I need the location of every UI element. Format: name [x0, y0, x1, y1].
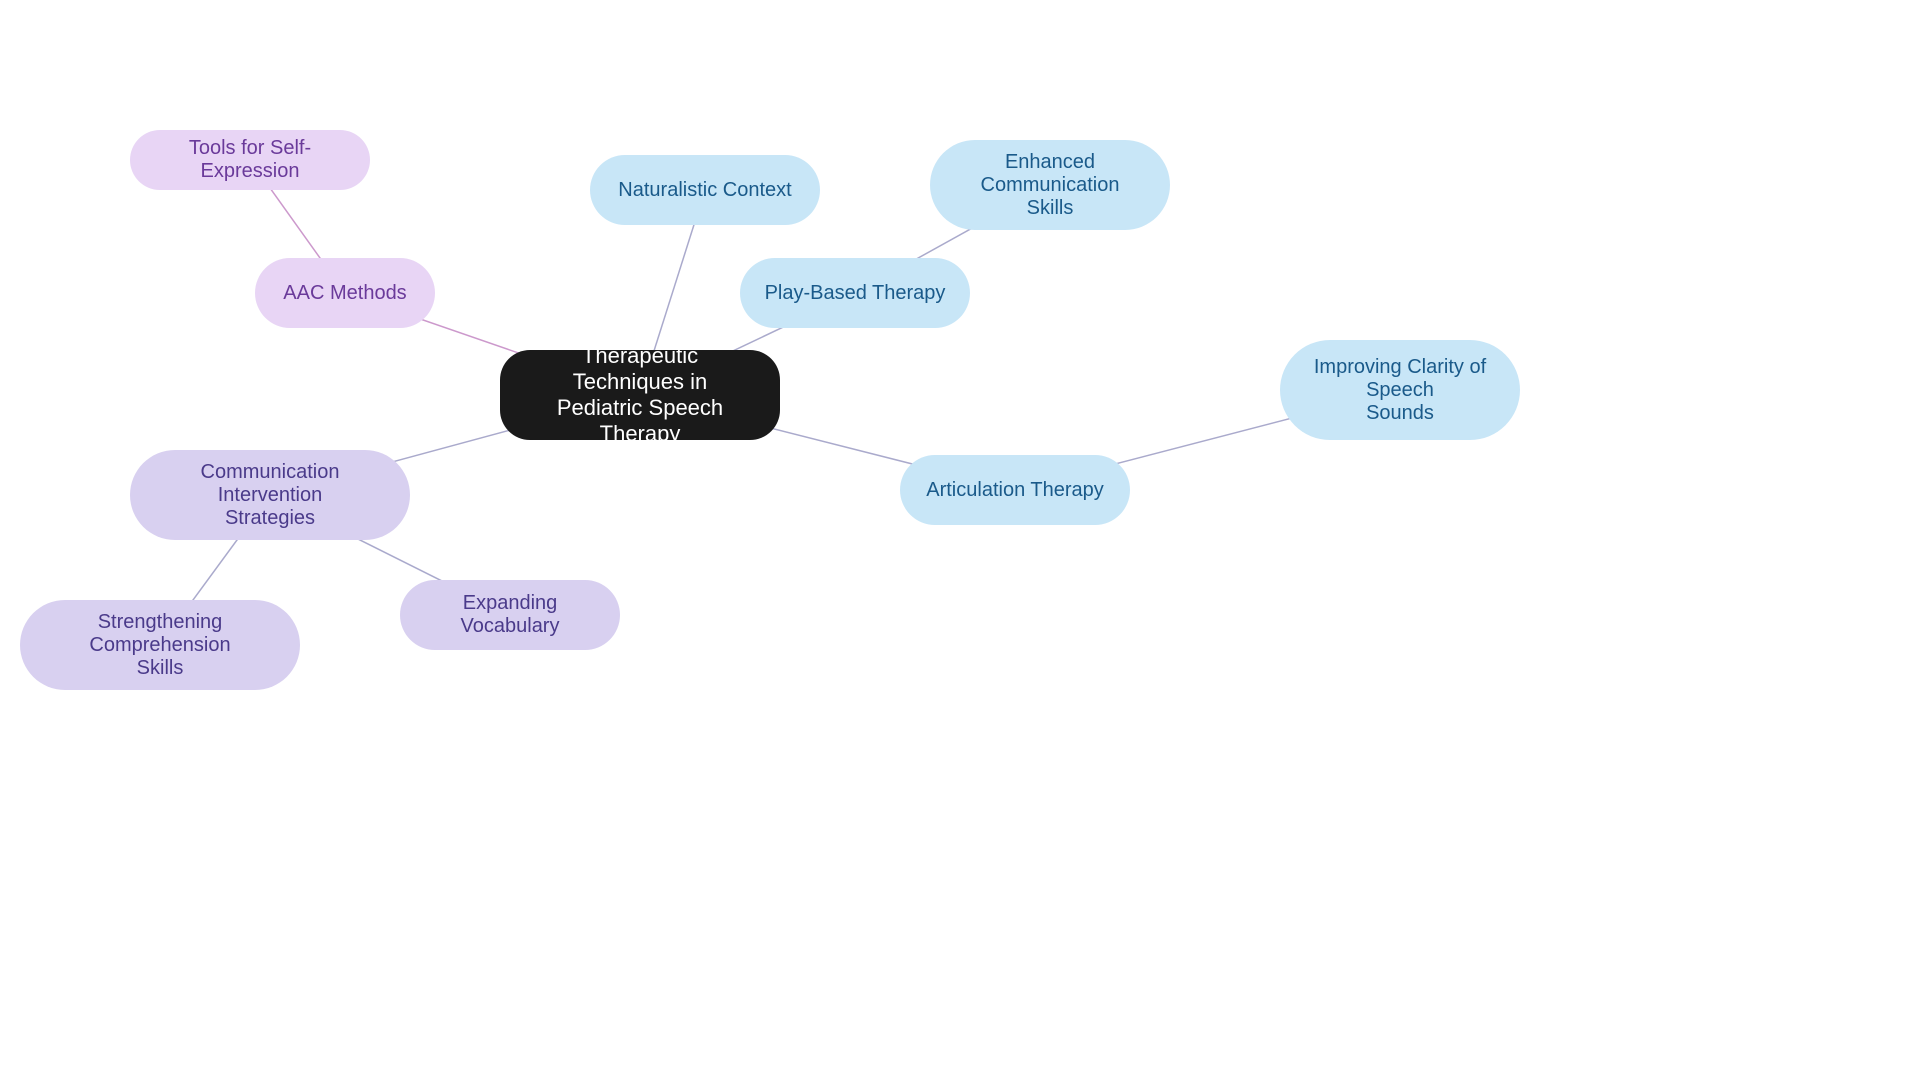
playbased-therapy-node: Play-Based Therapy [740, 258, 970, 328]
aac-methods-node: AAC Methods [255, 258, 435, 328]
center-node-label: Therapeutic Techniques in Pediatric Spee… [524, 343, 756, 447]
expanding-vocabulary-node: Expanding Vocabulary [400, 580, 620, 650]
strengthening-comprehension-node: Strengthening Comprehension Skills [20, 600, 300, 690]
expanding-vocabulary-label: Expanding Vocabulary [424, 592, 596, 638]
enhanced-communication-node: Enhanced Communication Skills [930, 140, 1170, 230]
enhanced-communication-label: Enhanced Communication Skills [954, 151, 1146, 220]
tools-self-expression-node: Tools for Self-Expression [130, 130, 370, 190]
center-node: Therapeutic Techniques in Pediatric Spee… [500, 350, 780, 440]
articulation-therapy-node: Articulation Therapy [900, 455, 1130, 525]
articulation-therapy-label: Articulation Therapy [926, 479, 1104, 502]
communication-intervention-node: Communication Intervention Strategies [130, 450, 410, 540]
naturalistic-context-node: Naturalistic Context [590, 155, 820, 225]
strengthening-comprehension-label: Strengthening Comprehension Skills [44, 611, 276, 680]
tools-self-expression-label: Tools for Self-Expression [154, 137, 346, 183]
improving-clarity-node: Improving Clarity of Speech Sounds [1280, 340, 1520, 440]
playbased-therapy-label: Play-Based Therapy [765, 282, 946, 305]
communication-intervention-label: Communication Intervention Strategies [154, 461, 386, 530]
naturalistic-context-label: Naturalistic Context [618, 179, 791, 202]
improving-clarity-label: Improving Clarity of Speech Sounds [1304, 356, 1496, 425]
aac-methods-label: AAC Methods [283, 282, 406, 305]
